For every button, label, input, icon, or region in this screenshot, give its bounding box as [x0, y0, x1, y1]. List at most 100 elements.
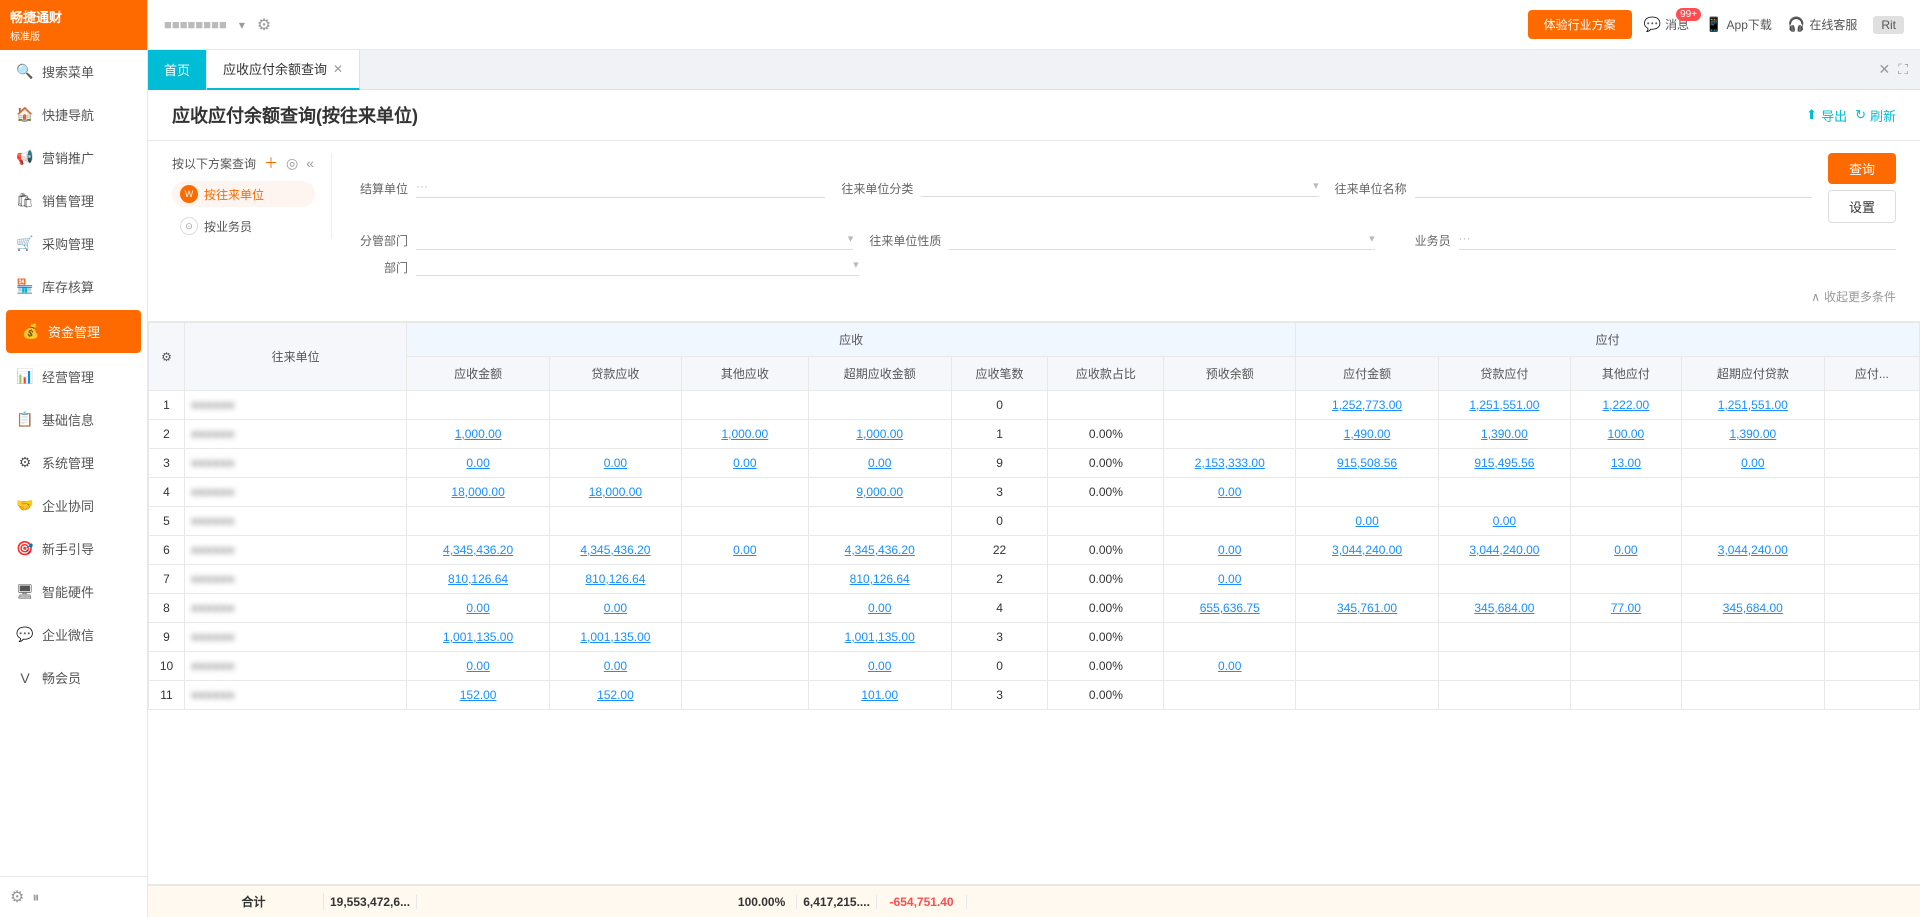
cell-overdue_receivable[interactable]: 1,001,135.00 [808, 623, 951, 652]
sidebar-item-新手引导[interactable]: 🎯 新手引导 [0, 527, 147, 570]
message-section[interactable]: 💬 消息 99+ [1644, 16, 1689, 33]
cell-receivable_count[interactable]: 4 [951, 594, 1048, 623]
cell-payable_loan[interactable]: 0.00 [1438, 507, 1570, 536]
cell-receivable_ratio[interactable]: 0.00% [1048, 681, 1164, 710]
collapse-icon[interactable]: ⏸ [32, 889, 39, 906]
cell-receivable_count[interactable]: 1 [951, 420, 1048, 449]
add-filter-icon[interactable]: ＋ [264, 153, 278, 173]
cell-other_payable[interactable]: 1,222.00 [1570, 391, 1681, 420]
cell-payable_amount[interactable]: 915,508.56 [1296, 449, 1439, 478]
filter-target-icon[interactable]: ◎ [286, 155, 298, 172]
tab-fullscreen-icon[interactable]: ⛶ [1898, 61, 1908, 78]
topbar-chevron-icon[interactable]: ▾ [239, 18, 245, 32]
cell-receivable_count[interactable]: 3 [951, 681, 1048, 710]
cell-receivable_amount[interactable]: 1,000.00 [407, 420, 550, 449]
cell-receivable_amount[interactable]: 152.00 [407, 681, 550, 710]
cell-receivable_amount[interactable]: 0.00 [407, 449, 550, 478]
cell-receivable_count[interactable]: 2 [951, 565, 1048, 594]
sidebar-item-销售管理[interactable]: 🛍 销售管理 [0, 179, 147, 222]
sidebar-item-企业协同[interactable]: 🤝 企业协同 [0, 484, 147, 527]
sidebar-item-经营管理[interactable]: 📊 经营管理 [0, 355, 147, 398]
cell-overdue_receivable[interactable]: 0.00 [808, 594, 951, 623]
cell-payable_amount[interactable]: 1,490.00 [1296, 420, 1439, 449]
cell-receivable_count[interactable]: 0 [951, 652, 1048, 681]
cell-payable_amount[interactable]: 1,252,773.00 [1296, 391, 1439, 420]
topbar-gear-icon[interactable]: ⚙ [257, 15, 271, 35]
cell-prepaid_balance[interactable]: 0.00 [1164, 565, 1296, 594]
cell-overdue_receivable[interactable]: 0.00 [808, 449, 951, 478]
cell-receivable_loan[interactable]: 0.00 [550, 594, 682, 623]
cell-receivable_loan[interactable]: 18,000.00 [550, 478, 682, 507]
user-name[interactable]: Rit [1873, 16, 1904, 34]
cell-receivable_loan[interactable]: 810,126.64 [550, 565, 682, 594]
cell-receivable_count[interactable]: 22 [951, 536, 1048, 565]
cell-receivable_ratio[interactable]: 0.00% [1048, 420, 1164, 449]
filter-collapse-icon[interactable]: « [306, 155, 314, 171]
sidebar-item-营销推广[interactable]: 📢 营销推广 [0, 136, 147, 179]
cell-receivable_ratio[interactable]: 0.00% [1048, 652, 1164, 681]
settings-gear-icon[interactable]: ⚙ [10, 887, 24, 907]
cell-overdue_payable[interactable]: 1,390.00 [1681, 420, 1824, 449]
cell-receivable_amount[interactable]: 0.00 [407, 594, 550, 623]
cell-payable_amount[interactable]: 0.00 [1296, 507, 1439, 536]
cell-payable_loan[interactable]: 345,684.00 [1438, 594, 1570, 623]
cell-prepaid_balance[interactable]: 0.00 [1164, 478, 1296, 507]
filter-option-salesperson[interactable]: ⊙ 按业务员 [172, 213, 315, 239]
sidebar-item-系统管理[interactable]: ⚙ 系统管理 [0, 441, 147, 484]
tab-close-icon[interactable]: ✕ [333, 62, 343, 76]
filter-option-partner[interactable]: W 按往来单位 [172, 181, 315, 207]
cell-other_receivable[interactable]: 0.00 [681, 449, 808, 478]
cell-prepaid_balance[interactable]: 2,153,333.00 [1164, 449, 1296, 478]
cell-other_payable[interactable]: 77.00 [1570, 594, 1681, 623]
cell-receivable_count[interactable]: 3 [951, 623, 1048, 652]
query-button[interactable]: 查询 [1828, 153, 1896, 184]
cell-receivable_amount[interactable]: 1,001,135.00 [407, 623, 550, 652]
cell-receivable_ratio[interactable]: 0.00% [1048, 623, 1164, 652]
solution-button[interactable]: 体验行业方案 [1528, 10, 1632, 39]
cell-other_receivable[interactable]: 1,000.00 [681, 420, 808, 449]
cell-receivable_amount[interactable]: 4,345,436.20 [407, 536, 550, 565]
sidebar-item-智能硬件[interactable]: 🖥 智能硬件 [0, 570, 147, 613]
cell-payable_amount[interactable]: 3,044,240.00 [1296, 536, 1439, 565]
cell-receivable_ratio[interactable]: 0.00% [1048, 478, 1164, 507]
tab-home[interactable]: 首页 [148, 50, 207, 90]
cell-other_payable[interactable]: 0.00 [1570, 536, 1681, 565]
cell-receivable_loan[interactable]: 1,001,135.00 [550, 623, 682, 652]
cell-overdue_receivable[interactable]: 101.00 [808, 681, 951, 710]
tab-receivable[interactable]: 应收应付余额查询 ✕ [207, 50, 360, 90]
cell-receivable_amount[interactable]: 18,000.00 [407, 478, 550, 507]
cell-receivable_ratio[interactable]: 0.00% [1048, 536, 1164, 565]
cell-other_payable[interactable]: 13.00 [1570, 449, 1681, 478]
cell-overdue_payable[interactable]: 1,251,551.00 [1681, 391, 1824, 420]
cell-receivable_count[interactable]: 3 [951, 478, 1048, 507]
cell-overdue_payable[interactable]: 345,684.00 [1681, 594, 1824, 623]
sidebar-item-快捷导航[interactable]: 🏠 快捷导航 [0, 93, 147, 136]
cell-receivable_count[interactable]: 0 [951, 507, 1048, 536]
salesperson-input[interactable]: ··· [1459, 231, 1896, 245]
sidebar-item-企业微信[interactable]: 💬 企业微信 [0, 613, 147, 656]
cell-payable_loan[interactable]: 1,390.00 [1438, 420, 1570, 449]
settlement-unit-input[interactable]: ··· [416, 179, 825, 193]
cell-overdue_payable[interactable]: 0.00 [1681, 449, 1824, 478]
setting-button[interactable]: 设置 [1828, 190, 1896, 223]
cell-prepaid_balance[interactable]: 655,636.75 [1164, 594, 1296, 623]
sidebar-item-基础信息[interactable]: 📋 基础信息 [0, 398, 147, 441]
cell-prepaid_balance[interactable]: 0.00 [1164, 652, 1296, 681]
sidebar-item-库存核算[interactable]: 🏪 库存核算 [0, 265, 147, 308]
cell-payable_loan[interactable]: 3,044,240.00 [1438, 536, 1570, 565]
collapse-button[interactable]: ∧ 收起更多条件 [1811, 284, 1896, 309]
cell-payable_loan[interactable]: 915,495.56 [1438, 449, 1570, 478]
cell-receivable_loan[interactable]: 0.00 [550, 449, 682, 478]
partner-name-input[interactable] [1415, 179, 1812, 198]
export-button[interactable]: ⬆ 导出 [1806, 106, 1847, 125]
cell-payable_loan[interactable]: 1,251,551.00 [1438, 391, 1570, 420]
cell-receivable_loan[interactable]: 152.00 [550, 681, 682, 710]
cell-receivable_loan[interactable]: 0.00 [550, 652, 682, 681]
cell-receivable_amount[interactable]: 810,126.64 [407, 565, 550, 594]
sidebar-item-资金管理[interactable]: 💰 资金管理 [6, 310, 141, 353]
cell-receivable_loan[interactable]: 4,345,436.20 [550, 536, 682, 565]
cell-receivable_ratio[interactable]: 0.00% [1048, 594, 1164, 623]
cell-other_receivable[interactable]: 0.00 [681, 536, 808, 565]
cell-overdue_receivable[interactable]: 4,345,436.20 [808, 536, 951, 565]
online-service-section[interactable]: 🎧 在线客服 [1788, 16, 1857, 33]
